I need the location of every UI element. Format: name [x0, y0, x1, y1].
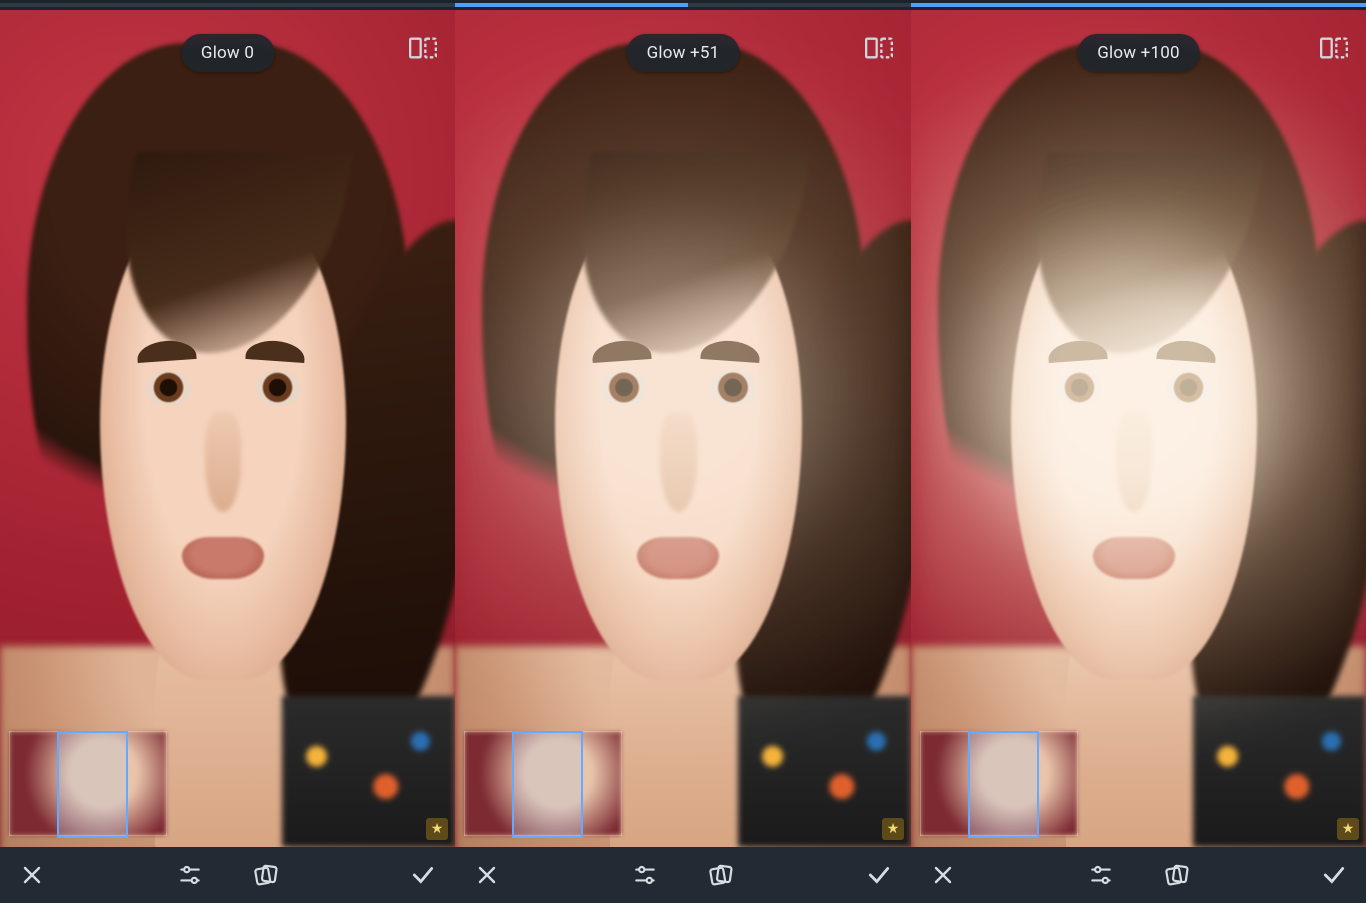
navigator-minimap[interactable] — [9, 731, 167, 836]
image-canvas[interactable]: Glow +51 ★ — [455, 10, 911, 847]
star-icon[interactable]: ★ — [882, 818, 904, 840]
slider-fill — [911, 3, 1366, 7]
compare-icon[interactable] — [865, 36, 893, 60]
editor-panel: Glow +100 ★ — [911, 0, 1366, 903]
star-icon[interactable]: ★ — [1337, 818, 1359, 840]
slider-track[interactable] — [455, 0, 911, 10]
slider-track[interactable] — [0, 0, 455, 10]
apply-button[interactable] — [409, 861, 437, 889]
adjust-button[interactable] — [1087, 861, 1115, 889]
star-icon[interactable]: ★ — [426, 818, 448, 840]
cancel-button[interactable] — [473, 861, 501, 889]
styles-button[interactable] — [707, 861, 735, 889]
slider-track[interactable] — [911, 0, 1366, 10]
minimap-viewport[interactable] — [57, 731, 128, 838]
adjust-button[interactable] — [631, 861, 659, 889]
compare-icon[interactable] — [1320, 36, 1348, 60]
apply-button[interactable] — [1320, 861, 1348, 889]
image-canvas[interactable]: Glow +100 ★ — [911, 10, 1366, 847]
editor-panel: Glow +51 ★ — [455, 0, 911, 903]
glow-value-chip[interactable]: Glow +51 — [627, 34, 740, 72]
compare-icon[interactable] — [409, 36, 437, 60]
cancel-button[interactable] — [929, 861, 957, 889]
image-canvas[interactable]: Glow 0 ★ — [0, 10, 455, 847]
adjust-button[interactable] — [176, 861, 204, 889]
minimap-viewport[interactable] — [968, 731, 1039, 838]
editor-panel: Glow 0 ★ — [0, 0, 455, 903]
bottom-toolbar — [0, 847, 455, 903]
glow-value-chip[interactable]: Glow 0 — [181, 34, 274, 72]
styles-button[interactable] — [1163, 861, 1191, 889]
glow-value-chip[interactable]: Glow +100 — [1077, 34, 1200, 72]
apply-button[interactable] — [865, 861, 893, 889]
bottom-toolbar — [911, 847, 1366, 903]
styles-button[interactable] — [252, 861, 280, 889]
navigator-minimap[interactable] — [464, 731, 622, 836]
minimap-viewport[interactable] — [512, 731, 583, 838]
bottom-toolbar — [455, 847, 911, 903]
comparison-row: Glow 0 ★ — [0, 0, 1366, 903]
cancel-button[interactable] — [18, 861, 46, 889]
slider-fill — [455, 3, 688, 7]
navigator-minimap[interactable] — [920, 731, 1078, 836]
